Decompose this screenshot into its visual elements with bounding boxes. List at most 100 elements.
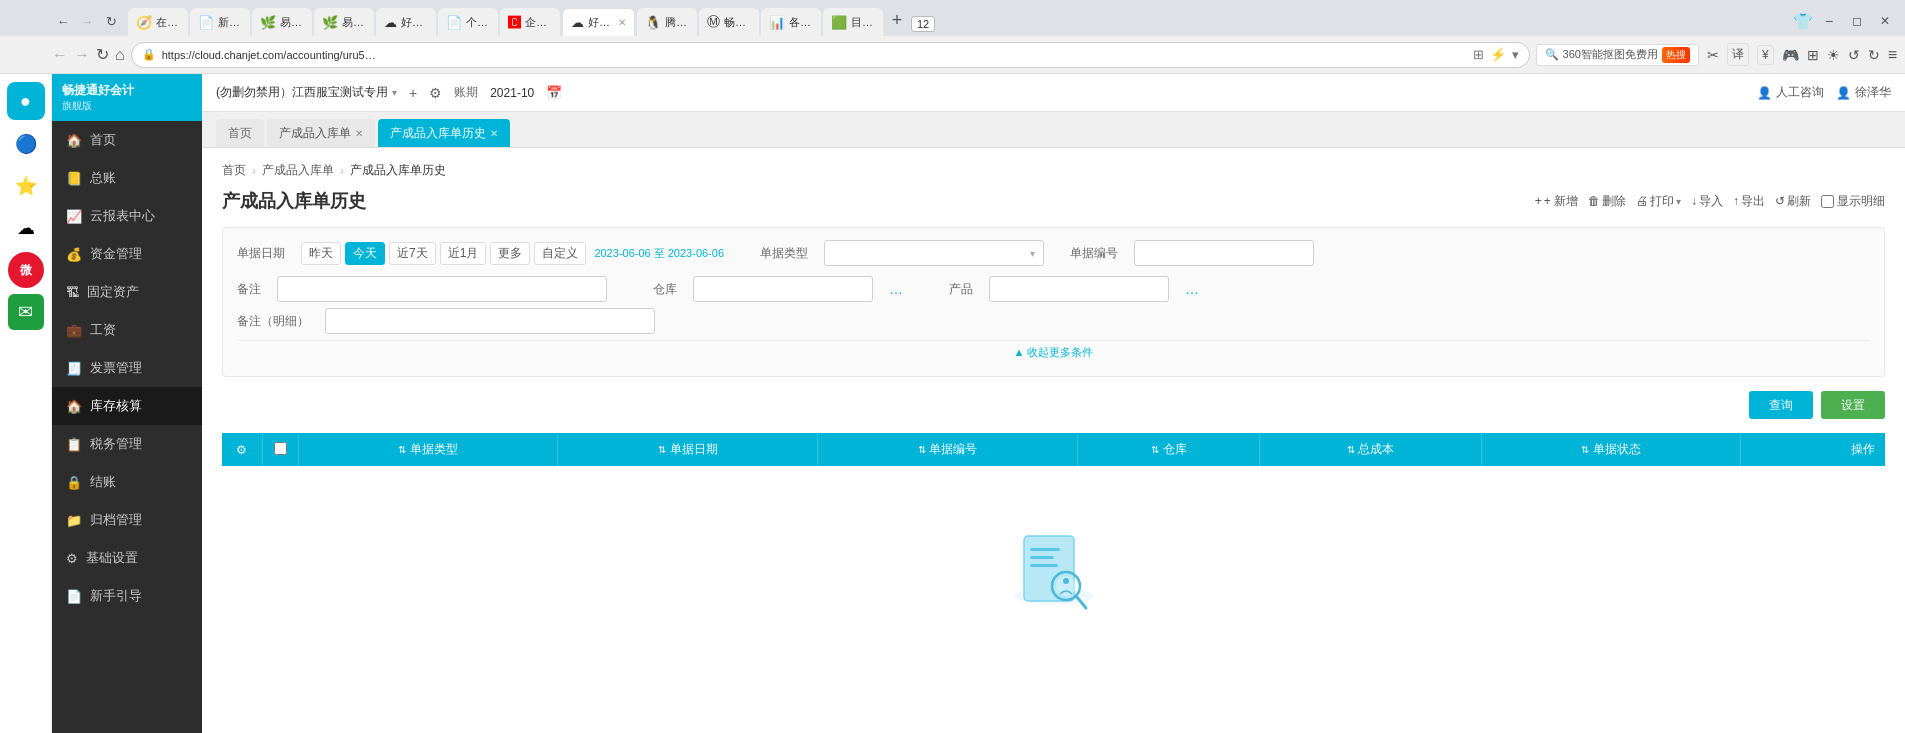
company-selector[interactable]: (勿删勿禁用）江西服宝测试专用 ▾ — [216, 84, 397, 101]
detail-note-input[interactable] — [325, 308, 655, 334]
print-button[interactable]: 🖨 打印 ▾ — [1636, 193, 1681, 210]
reload-button[interactable]: ↻ — [96, 45, 109, 64]
theme-icon[interactable]: ☀ — [1827, 47, 1840, 63]
sidebar-item-assets[interactable]: 🏗 固定资产 — [52, 273, 202, 311]
col-cost-header[interactable]: ⇅ 总成本 — [1260, 433, 1481, 466]
sidebar-item-settlement[interactable]: 🔒 结账 — [52, 463, 202, 501]
home-nav-button[interactable]: ⌂ — [115, 46, 125, 64]
dropdown-icon[interactable]: ▾ — [1512, 47, 1519, 62]
browser-tab[interactable]: ☁好… — [376, 8, 436, 36]
browser-tab[interactable]: 🌿易… — [314, 8, 374, 36]
product-filter-input[interactable] — [989, 276, 1169, 302]
select-all-checkbox[interactable] — [274, 442, 287, 455]
browser-tab[interactable]: 🟩目… — [823, 8, 883, 36]
grid2-icon[interactable]: ⊞ — [1807, 47, 1819, 63]
nav-icon-weibo[interactable]: 微 — [8, 252, 44, 288]
col-settings-header[interactable]: ⚙ — [222, 433, 262, 466]
forward-button[interactable]: → — [76, 10, 98, 32]
tab-product-history[interactable]: 产成品入库单历史 ✕ — [378, 119, 510, 147]
tab-close-icon[interactable]: ✕ — [618, 17, 626, 28]
app-logo-icon[interactable]: ● — [7, 82, 45, 120]
human-service-button[interactable]: 👤 人工咨询 — [1757, 84, 1824, 101]
print-dropdown-icon[interactable]: ▾ — [1676, 196, 1681, 207]
sidebar-item-new-user[interactable]: 📄 新手引导 — [52, 577, 202, 615]
translate-icon[interactable]: 译 — [1727, 43, 1749, 66]
nav-icon-1[interactable]: 🔵 — [8, 126, 44, 162]
forward-nav-button[interactable]: → — [74, 46, 90, 64]
warehouse-dots[interactable]: … — [889, 281, 903, 297]
search-toolbar[interactable]: 🔍 360智能抠图免费用 热搜 — [1536, 44, 1699, 66]
display-detail-checkbox-label[interactable]: 显示明细 — [1821, 193, 1885, 210]
sidebar-item-tax[interactable]: 📋 税务管理 — [52, 425, 202, 463]
browser-tab[interactable]: Ⓜ畅… — [699, 8, 759, 36]
refresh-button[interactable]: ↺ 刷新 — [1775, 193, 1811, 210]
back-nav-button[interactable]: ← — [52, 46, 68, 64]
address-bar[interactable]: 🔒 https://cloud.chanjet.com/accounting/u… — [131, 42, 1530, 68]
browser-tab[interactable]: 🐧腾… — [637, 8, 697, 36]
settings-gear-button[interactable]: ⚙ — [429, 85, 442, 101]
col-status-header[interactable]: ⇅ 单据状态 — [1481, 433, 1741, 466]
sidebar-item-home[interactable]: 🏠 首页 — [52, 121, 202, 159]
browser-tab[interactable]: 📄个… — [438, 8, 498, 36]
redo-icon[interactable]: ↻ — [1868, 47, 1880, 63]
table-settings-icon[interactable]: ⚙ — [236, 443, 247, 457]
tab-product-list[interactable]: 产成品入库单 ✕ — [267, 119, 375, 147]
tab-home[interactable]: 首页 — [216, 119, 264, 147]
history-tab-close[interactable]: ✕ — [490, 128, 498, 139]
browser-tab-active[interactable]: ☁好… ✕ — [562, 8, 635, 36]
note-filter-input[interactable] — [277, 276, 607, 302]
browser-tab[interactable]: 📊各… — [761, 8, 821, 36]
back-button[interactable]: ← — [52, 10, 74, 32]
close-button[interactable]: ✕ — [1873, 10, 1897, 32]
col-warehouse-header[interactable]: ⇅ 仓库 — [1078, 433, 1260, 466]
search-submit-button[interactable]: 查询 — [1749, 391, 1813, 419]
maximize-button[interactable]: ◻ — [1845, 10, 1869, 32]
date-custom-btn[interactable]: 自定义 — [534, 242, 586, 265]
menu-icon[interactable]: ≡ — [1888, 46, 1897, 64]
date-today-btn[interactable]: 今天 — [345, 242, 385, 265]
export-button[interactable]: ↑ 导出 — [1733, 193, 1765, 210]
number-filter-input[interactable] — [1134, 240, 1314, 266]
sidebar-item-basic-settings[interactable]: ⚙ 基础设置 — [52, 539, 202, 577]
collapse-filter-button[interactable]: ▲ 收起更多条件 — [1014, 345, 1094, 360]
list-tab-close[interactable]: ✕ — [355, 128, 363, 139]
col-type-header[interactable]: ⇅ 单据类型 — [298, 433, 558, 466]
undo-icon[interactable]: ↺ — [1848, 47, 1860, 63]
user-avatar[interactable]: 👤 徐泽华 — [1836, 84, 1891, 101]
browser-tab[interactable]: 📄新… — [190, 8, 250, 36]
sidebar-item-archive[interactable]: 📁 归档管理 — [52, 501, 202, 539]
breadcrumb-home-link[interactable]: 首页 — [222, 162, 246, 179]
type-selector[interactable]: ▾ — [824, 240, 1044, 266]
sidebar-item-payroll[interactable]: 💼 工资 — [52, 311, 202, 349]
currency-icon[interactable]: ¥ — [1757, 45, 1774, 65]
import-button[interactable]: ↓ 导入 — [1691, 193, 1723, 210]
delete-button[interactable]: 🗑 删除 — [1588, 193, 1626, 210]
add-company-button[interactable]: + — [409, 85, 417, 101]
browser-tab[interactable]: 🅲企… — [500, 8, 560, 36]
nav-icon-mail[interactable]: ✉ — [8, 294, 44, 330]
sidebar-item-general-ledger[interactable]: 📒 总账 — [52, 159, 202, 197]
sidebar-item-cloud-report[interactable]: 📈 云报表中心 — [52, 197, 202, 235]
breadcrumb-list-link[interactable]: 产成品入库单 — [262, 162, 334, 179]
col-checkbox-header[interactable] — [262, 433, 298, 466]
setting-submit-button[interactable]: 设置 — [1821, 391, 1885, 419]
add-button[interactable]: + + 新增 — [1535, 193, 1578, 210]
col-number-header[interactable]: ⇅ 单据编号 — [818, 433, 1078, 466]
date-yesterday-btn[interactable]: 昨天 — [301, 242, 341, 265]
browser-tab[interactable]: 🌿易… — [252, 8, 312, 36]
scissors-icon[interactable]: ✂ — [1707, 47, 1719, 63]
date-more-btn[interactable]: 更多 — [490, 242, 530, 265]
sidebar-item-fund[interactable]: 💰 资金管理 — [52, 235, 202, 273]
product-dots[interactable]: … — [1185, 281, 1199, 297]
nav-icon-3[interactable]: ☁ — [8, 210, 44, 246]
game-icon[interactable]: 🎮 — [1782, 47, 1799, 63]
warehouse-filter-input[interactable] — [693, 276, 873, 302]
date-1month-btn[interactable]: 近1月 — [440, 242, 487, 265]
browser-tab[interactable]: 🧭在… — [128, 8, 188, 36]
col-date-header[interactable]: ⇅ 单据日期 — [558, 433, 818, 466]
date-7day-btn[interactable]: 近7天 — [389, 242, 436, 265]
sidebar-item-inventory[interactable]: 🏠 库存核算 — [52, 387, 202, 425]
refresh-browser-button[interactable]: ↻ — [100, 10, 122, 32]
new-tab-button[interactable]: + — [885, 8, 909, 32]
minimize-button[interactable]: − — [1817, 10, 1841, 32]
